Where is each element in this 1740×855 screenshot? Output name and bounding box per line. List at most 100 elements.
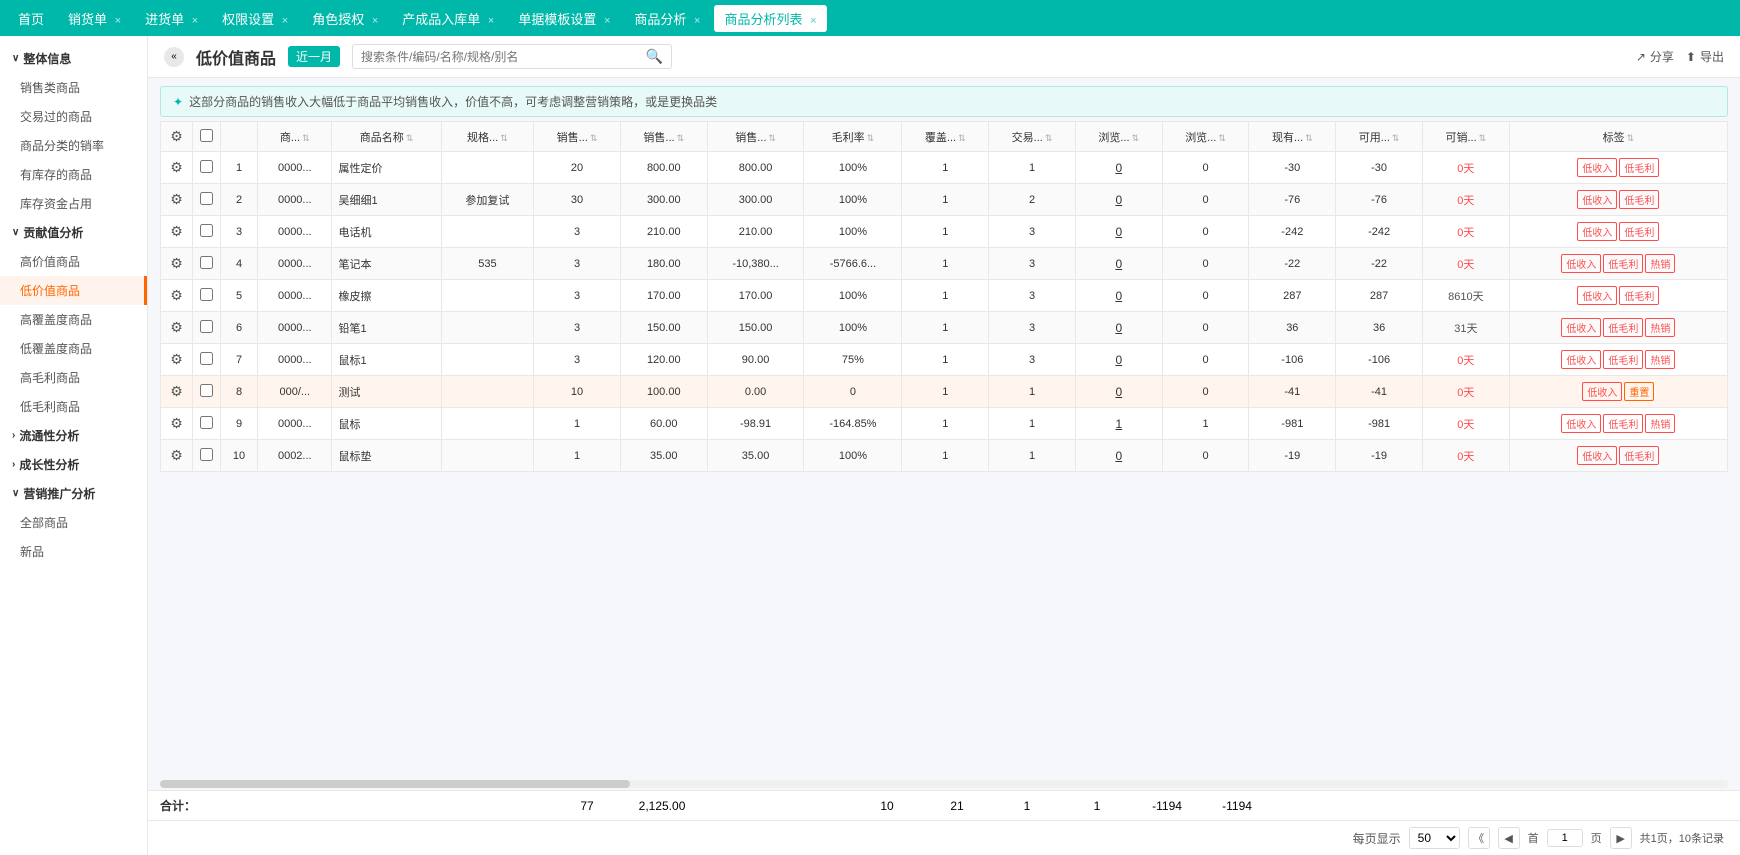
sidebar-item-traded-products[interactable]: 交易过的商品 — [0, 102, 147, 131]
col-checkbox[interactable] — [193, 122, 221, 152]
row-browse1[interactable]: 1 — [1075, 408, 1162, 440]
nav-product-warehouse[interactable]: 产成品入库单 × — [392, 5, 504, 32]
nav-permission[interactable]: 权限设置 × — [212, 5, 298, 32]
row-browse1[interactable]: 0 — [1075, 248, 1162, 280]
col-coverage[interactable]: 覆盖...⇅ — [902, 122, 989, 152]
page-number-input[interactable] — [1547, 829, 1583, 847]
sidebar-item-all-products[interactable]: 全部商品 — [0, 508, 147, 537]
close-icon[interactable]: × — [810, 15, 816, 27]
col-stock2[interactable]: 可用...⇅ — [1336, 122, 1423, 152]
col-tags[interactable]: 标签⇅ — [1509, 122, 1727, 152]
row-browse1[interactable]: 0 — [1075, 312, 1162, 344]
close-icon[interactable]: × — [604, 15, 610, 27]
col-trade[interactable]: 交易...⇅ — [989, 122, 1076, 152]
row-browse1[interactable]: 0 — [1075, 344, 1162, 376]
row-checkbox-cell[interactable] — [193, 248, 221, 280]
row-browse1[interactable]: 0 — [1075, 152, 1162, 184]
next-page-button[interactable]: ▶ — [1610, 827, 1632, 849]
close-icon[interactable]: × — [488, 15, 494, 27]
row-checkbox[interactable] — [200, 416, 213, 429]
browse-link[interactable]: 0 — [1115, 161, 1122, 175]
row-checkbox[interactable] — [200, 192, 213, 205]
row-checkbox[interactable] — [200, 224, 213, 237]
close-icon[interactable]: × — [694, 15, 700, 27]
row-browse1[interactable]: 0 — [1075, 280, 1162, 312]
sidebar-group-marketing[interactable]: ∨ 营销推广分析 — [0, 479, 147, 508]
select-all-checkbox[interactable] — [200, 129, 213, 142]
browse-link[interactable]: 1 — [1115, 417, 1122, 431]
gear-cell[interactable]: ⚙ — [161, 152, 193, 184]
gear-cell[interactable]: ⚙ — [161, 376, 193, 408]
col-sales3[interactable]: 销售...⇅ — [707, 122, 804, 152]
gear-cell[interactable]: ⚙ — [161, 440, 193, 472]
share-button[interactable]: ↗ 分享 — [1636, 48, 1674, 65]
close-icon[interactable]: × — [192, 15, 198, 27]
browse-link[interactable]: 0 — [1115, 353, 1122, 367]
sidebar-item-high-margin[interactable]: 高毛利商品 — [0, 363, 147, 392]
nav-product-analysis-list[interactable]: 商品分析列表 × — [714, 5, 826, 32]
row-checkbox[interactable] — [200, 160, 213, 173]
col-browse2[interactable]: 浏览...⇅ — [1162, 122, 1249, 152]
row-checkbox-cell[interactable] — [193, 312, 221, 344]
sidebar-collapse-button[interactable]: « — [164, 47, 184, 67]
row-checkbox-cell[interactable] — [193, 408, 221, 440]
search-input[interactable] — [361, 50, 646, 64]
row-browse1[interactable]: 0 — [1075, 184, 1162, 216]
col-sellable[interactable]: 可销...⇅ — [1422, 122, 1509, 152]
prev-page-button[interactable]: ◀ — [1498, 827, 1520, 849]
gear-cell[interactable]: ⚙ — [161, 184, 193, 216]
col-browse1[interactable]: 浏览...⇅ — [1075, 122, 1162, 152]
browse-link[interactable]: 0 — [1115, 321, 1122, 335]
sidebar-item-low-value[interactable]: 低价值商品 — [0, 276, 147, 305]
row-checkbox[interactable] — [200, 320, 213, 333]
sidebar-group-overview[interactable]: ∨ 整体信息 — [0, 44, 147, 73]
row-checkbox[interactable] — [200, 352, 213, 365]
sidebar-item-high-value[interactable]: 高价值商品 — [0, 247, 147, 276]
scroll-thumb[interactable] — [160, 780, 630, 788]
col-sales2[interactable]: 销售...⇅ — [620, 122, 707, 152]
browse-link[interactable]: 0 — [1115, 225, 1122, 239]
sidebar-item-stock-products[interactable]: 有库存的商品 — [0, 160, 147, 189]
col-sales1[interactable]: 销售...⇅ — [534, 122, 621, 152]
nav-template[interactable]: 单据模板设置 × — [508, 5, 620, 32]
nav-sales-order[interactable]: 销货单 × — [58, 5, 131, 32]
export-button[interactable]: ⬆ 导出 — [1686, 48, 1724, 65]
browse-link[interactable]: 0 — [1115, 289, 1122, 303]
browse-link[interactable]: 0 — [1115, 449, 1122, 463]
sidebar-item-category-sales[interactable]: 商品分类的销率 — [0, 131, 147, 160]
nav-home[interactable]: 首页 — [8, 5, 54, 32]
col-gross[interactable]: 毛利率⇅ — [804, 122, 902, 152]
row-checkbox[interactable] — [200, 448, 213, 461]
sidebar-item-new-products[interactable]: 新品 — [0, 537, 147, 566]
col-spec[interactable]: 规格...⇅ — [441, 122, 533, 152]
gear-cell[interactable]: ⚙ — [161, 312, 193, 344]
nav-role[interactable]: 角色授权 × — [302, 5, 388, 32]
browse-link[interactable]: 0 — [1115, 257, 1122, 271]
gear-cell[interactable]: ⚙ — [161, 248, 193, 280]
sidebar-item-low-coverage[interactable]: 低覆盖度商品 — [0, 334, 147, 363]
row-checkbox-cell[interactable] — [193, 440, 221, 472]
date-filter-button[interactable]: 近一月 — [288, 46, 340, 67]
row-checkbox[interactable] — [200, 288, 213, 301]
row-browse1[interactable]: 0 — [1075, 376, 1162, 408]
sidebar-group-growth[interactable]: › 成长性分析 — [0, 450, 147, 479]
row-checkbox[interactable] — [200, 384, 213, 397]
gear-cell[interactable]: ⚙ — [161, 408, 193, 440]
nav-purchase-order[interactable]: 进货单 × — [135, 5, 208, 32]
browse-link[interactable]: 0 — [1115, 385, 1122, 399]
col-stock1[interactable]: 现有...⇅ — [1249, 122, 1336, 152]
col-code[interactable]: 商...⇅ — [258, 122, 332, 152]
row-checkbox[interactable] — [200, 256, 213, 269]
sidebar-item-inventory-fund[interactable]: 库存资金占用 — [0, 189, 147, 218]
sidebar-group-contribution[interactable]: ∨ 贡献值分析 — [0, 218, 147, 247]
row-checkbox-cell[interactable] — [193, 152, 221, 184]
search-icon[interactable]: 🔍 — [646, 48, 663, 65]
row-checkbox-cell[interactable] — [193, 376, 221, 408]
browse-link[interactable]: 0 — [1115, 193, 1122, 207]
row-checkbox-cell[interactable] — [193, 184, 221, 216]
close-icon[interactable]: × — [282, 15, 288, 27]
gear-cell[interactable]: ⚙ — [161, 280, 193, 312]
row-checkbox-cell[interactable] — [193, 280, 221, 312]
close-icon[interactable]: × — [115, 15, 121, 27]
per-page-select[interactable]: 50 100 200 — [1409, 827, 1460, 849]
